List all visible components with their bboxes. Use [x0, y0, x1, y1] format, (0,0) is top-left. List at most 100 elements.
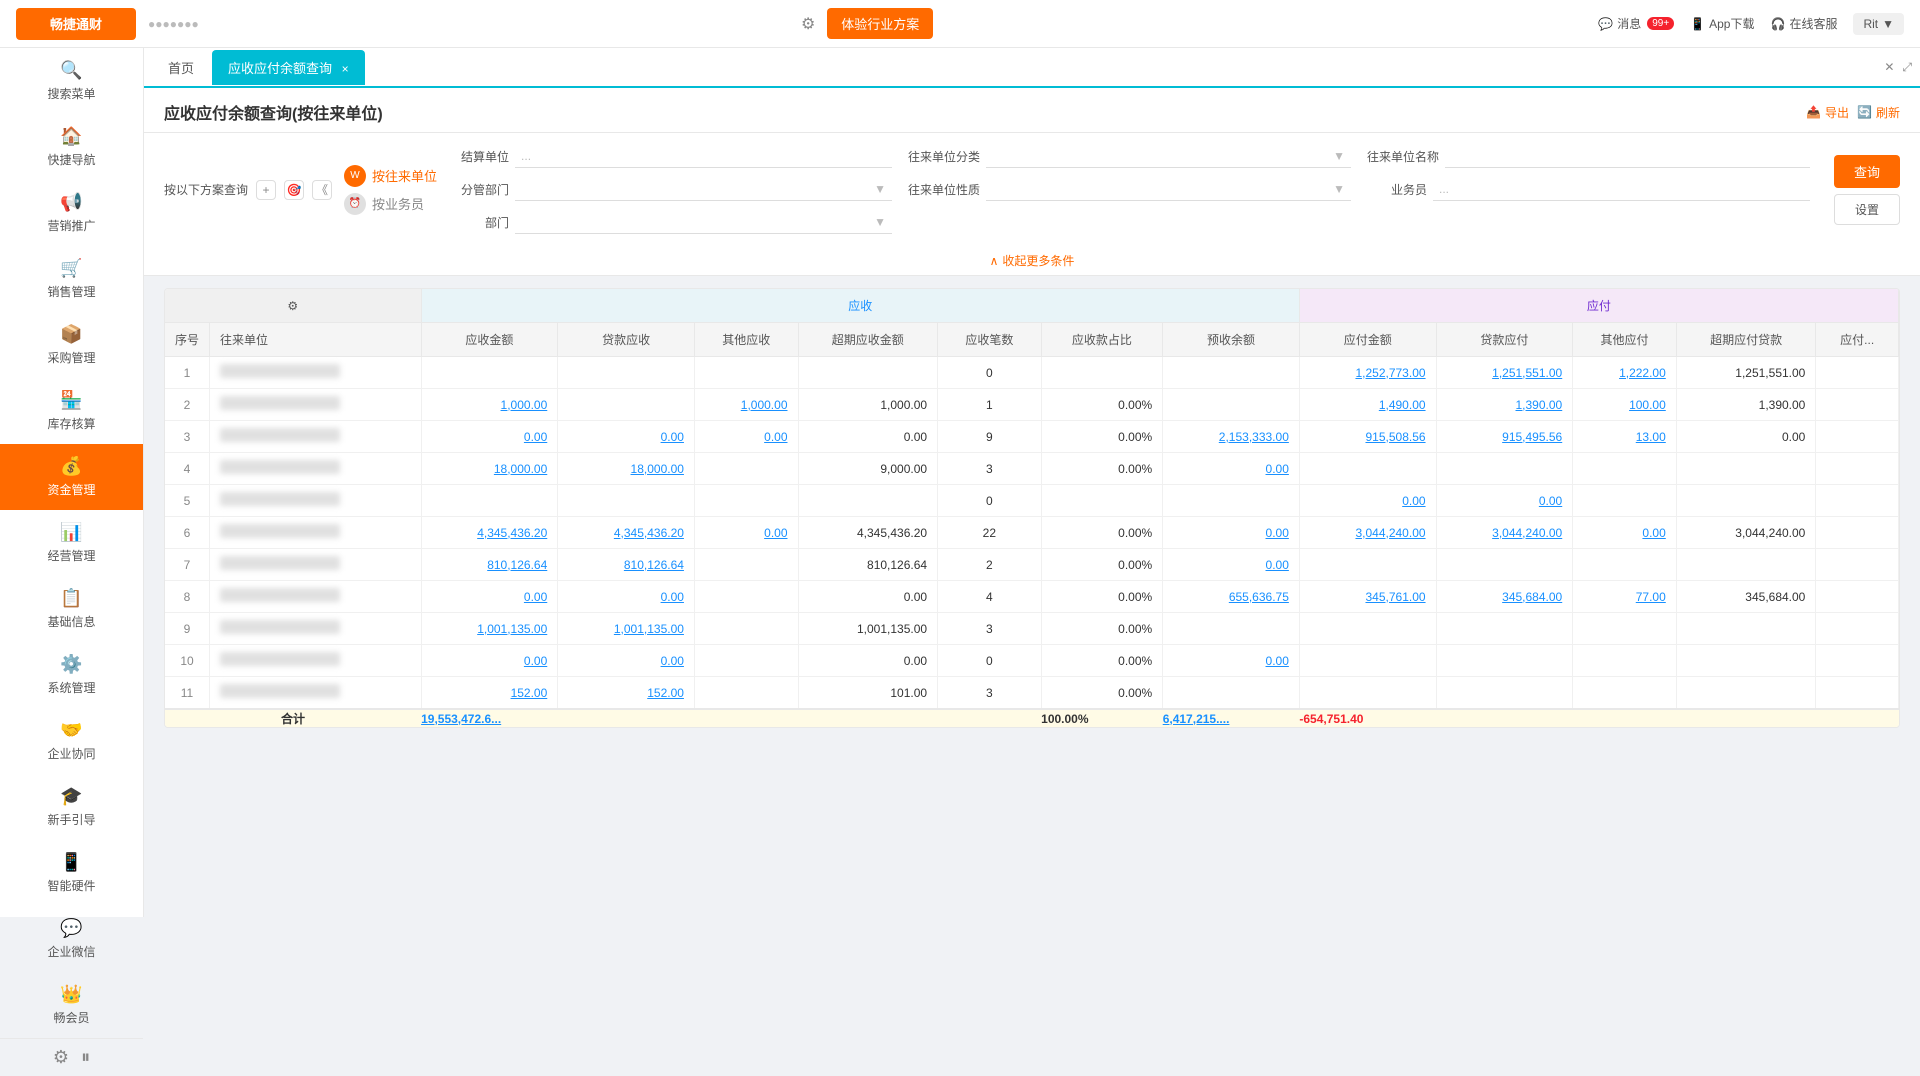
partner-name-cell — [210, 485, 422, 517]
col-group-ap: 应付 — [1299, 289, 1898, 323]
query-button[interactable]: 查询 — [1834, 155, 1900, 188]
sidebar-item-quick-nav[interactable]: 🏠 快捷导航 — [0, 114, 143, 180]
sidebar-item-operation[interactable]: 📊 经营管理 — [0, 510, 143, 576]
app-download-button[interactable]: 📱 App下载 — [1690, 15, 1754, 32]
col-header-ar-other: 其他应收 — [694, 323, 798, 357]
table-area: ⚙ 应收 应付 序号 往来单位 应收金额 贷款应收 其他应收 — [144, 276, 1920, 740]
footer-ar-amount: 19,553,472.6... — [421, 709, 558, 727]
sidebar-item-finance[interactable]: 💰 资金管理 — [0, 444, 143, 510]
table-settings-icon[interactable]: ⚙ — [287, 299, 298, 313]
col-header-partner: 往来单位 — [210, 323, 422, 357]
messages-button[interactable]: 💬 消息 99+ — [1598, 15, 1674, 32]
scheme-salesperson-icon: ⏰ — [344, 193, 366, 215]
dept-select[interactable]: ▼ — [515, 178, 892, 201]
main-content: 首页 应收应付余额查询 × ✕ ⤢ 应收应付余额查询(按往来单位) 📤 — [144, 48, 1920, 917]
scheme-by-salesperson[interactable]: ⏰ 按业务员 — [344, 193, 437, 215]
footer-ar-ratio: 100.00% — [1041, 709, 1163, 727]
footer-ar-prepay: 6,417,215.... — [1163, 709, 1300, 727]
sidebar-item-marketing[interactable]: 📢 营销推广 — [0, 180, 143, 246]
partner-category-label: 往来单位分类 — [908, 148, 980, 165]
add-filter-button[interactable]: + — [256, 180, 276, 200]
sidebar-item-member[interactable]: 👑 畅会员 — [0, 972, 143, 1038]
partner-name-cell — [210, 645, 422, 677]
page-title: 应收应付余额查询(按往来单位) — [164, 100, 383, 124]
scheme-by-partner[interactable]: W 按往来单位 — [344, 165, 437, 187]
tab-ar-ap-query[interactable]: 应收应付余额查询 × — [212, 50, 365, 85]
sidebar-item-wechat[interactable]: 💬 企业微信 — [0, 906, 143, 972]
page-actions: 📤 导出 🔄 刷新 — [1806, 104, 1900, 121]
filter-branch-dept: 部门 ▼ — [449, 211, 892, 234]
breadcrumb: ●●●●●●● — [148, 17, 789, 31]
partner-name-cell — [210, 357, 422, 389]
message-icon: 💬 — [1598, 17, 1613, 31]
sidebar-item-smart-hw[interactable]: 📱 智能硬件 — [0, 840, 143, 906]
partner-nature-select[interactable]: ▼ — [986, 178, 1351, 201]
settings-button[interactable]: 设置 — [1834, 194, 1900, 225]
gear-settings-icon[interactable]: ⚙ — [801, 14, 815, 34]
filter-collapse-icon[interactable]: 《 — [312, 180, 332, 200]
sidebar-item-system[interactable]: ⚙️ 系统管理 — [0, 642, 143, 708]
branch-dept-select[interactable]: ▼ — [515, 211, 892, 234]
partner-name-cell — [210, 389, 422, 421]
marketing-icon: 📢 — [60, 192, 82, 213]
tab-close-icon[interactable]: × — [342, 62, 349, 76]
col-header-ar-amount: 应收金额 — [421, 323, 558, 357]
window-expand-icon[interactable]: ⤢ — [1902, 60, 1912, 75]
sidebar-collapse-icon[interactable]: ⏸ — [81, 1047, 90, 1068]
settlement-unit-input[interactable]: ... — [515, 145, 892, 168]
sidebar-item-sales[interactable]: 🛒 销售管理 — [0, 246, 143, 312]
col-header-ar-count: 应收笔数 — [938, 323, 1042, 357]
table-row: 101,252,773.001,251,551.001,222.001,251,… — [165, 357, 1899, 389]
filter-settlement-unit: 结算单位 ... — [449, 145, 892, 168]
col-group-ar: 应收 — [421, 289, 1299, 323]
filter-partner-name: 往来单位名称 — [1367, 145, 1810, 168]
page-title-row: 应收应付余额查询(按往来单位) 📤 导出 🔄 刷新 — [164, 100, 1900, 132]
table-wrapper: ⚙ 应收 应付 序号 往来单位 应收金额 贷款应收 其他应收 — [164, 288, 1900, 728]
refresh-icon: 🔄 — [1857, 105, 1872, 119]
col-header-ap-loan: 贷款应付 — [1436, 323, 1573, 357]
purchase-icon: 📦 — [60, 324, 82, 345]
sidebar-item-enterprise[interactable]: 🤝 企业协同 — [0, 708, 143, 774]
sidebar-item-basic-info[interactable]: 📋 基础信息 — [0, 576, 143, 642]
app-layout: 🔍 搜索菜单 🏠 快捷导航 📢 营销推广 🛒 销售管理 📦 采购管理 🏪 库存核… — [0, 48, 1920, 917]
online-service-button[interactable]: 🎧 在线客服 — [1770, 15, 1837, 32]
dept-label: 分管部门 — [449, 181, 509, 198]
branch-dept-label: 部门 — [449, 214, 509, 231]
export-icon: 📤 — [1806, 105, 1821, 119]
filter-dept: 分管部门 ▼ — [449, 178, 892, 201]
salesperson-input[interactable]: ... — [1433, 178, 1810, 201]
partner-name-cell — [210, 677, 422, 710]
col-header-ap-overdue: 超期应付贷款 — [1676, 323, 1816, 357]
user-name: Rit — [1863, 17, 1878, 31]
footer-ap-amount: -654,751.40 — [1299, 709, 1436, 727]
guide-icon: 🎓 — [60, 786, 82, 807]
tab-home[interactable]: 首页 — [152, 50, 210, 85]
top-bar: 畅捷通财 ●●●●●●● ⚙ 体验行业方案 💬 消息 99+ 📱 App下载 🎧… — [0, 0, 1920, 48]
refresh-button[interactable]: 🔄 刷新 — [1857, 104, 1900, 121]
sidebar-item-search-menu[interactable]: 🔍 搜索菜单 — [0, 48, 143, 114]
partner-category-select[interactable]: ▼ — [986, 145, 1351, 168]
promo-button[interactable]: 体验行业方案 — [827, 8, 933, 39]
sidebar-item-inventory[interactable]: 🏪 库存核算 — [0, 378, 143, 444]
partner-name-input[interactable] — [1445, 145, 1810, 168]
sidebar-settings-icon[interactable]: ⚙ — [53, 1047, 69, 1068]
sidebar-item-purchase[interactable]: 📦 采购管理 — [0, 312, 143, 378]
filter-target-icon[interactable]: 🎯 — [284, 180, 304, 200]
wechat-icon: 💬 — [60, 918, 82, 939]
partner-nature-label: 往来单位性质 — [908, 181, 980, 198]
filter-section: 按以下方案查询 + 🎯 《 W 按往来单位 ⏰ 按业务员 — [144, 133, 1920, 276]
table-row: 100.000.000.0000.00%0.00 — [165, 645, 1899, 677]
export-button[interactable]: 📤 导出 — [1806, 104, 1849, 121]
user-profile[interactable]: Rit ▼ — [1853, 13, 1904, 35]
partner-name-cell — [210, 581, 422, 613]
finance-icon: 💰 — [60, 456, 82, 477]
col-group-base: ⚙ — [165, 289, 421, 323]
partner-name-cell — [210, 613, 422, 645]
partner-name-cell — [210, 517, 422, 549]
sidebar-item-guide[interactable]: 🎓 新手引导 — [0, 774, 143, 840]
search-icon: 🔍 — [60, 60, 82, 81]
collapse-more-button[interactable]: ∧ 收起更多条件 — [164, 246, 1900, 275]
page-area: 应收应付余额查询(按往来单位) 📤 导出 🔄 刷新 — [144, 88, 1920, 917]
window-close-icon[interactable]: ✕ — [1884, 60, 1894, 75]
table-row: 91,001,135.001,001,135.001,001,135.0030.… — [165, 613, 1899, 645]
